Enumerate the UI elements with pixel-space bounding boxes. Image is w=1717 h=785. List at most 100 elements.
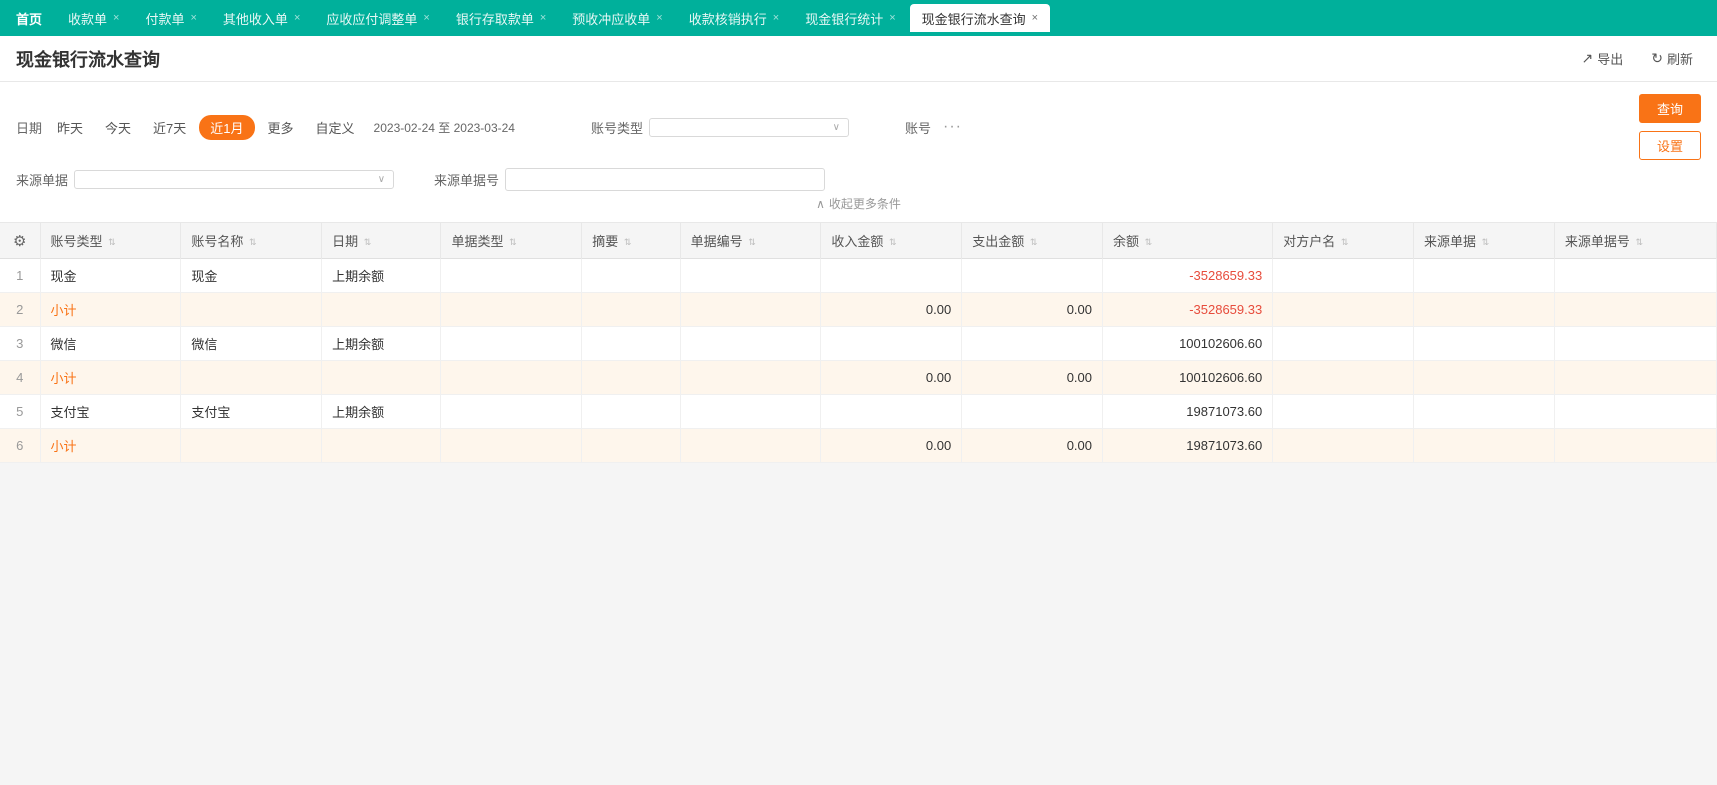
nav-tab-other-income[interactable]: 其他收入单× (211, 4, 312, 32)
table-gear-icon[interactable]: ⚙ (13, 233, 26, 250)
cell-source-doc (1414, 327, 1555, 361)
nav-tab-close-receipt-verify[interactable]: × (773, 12, 779, 24)
date-btn-7days[interactable]: 近7天 (144, 115, 195, 140)
cell-doc-no (680, 259, 821, 293)
cell-balance: -3528659.33 (1103, 259, 1273, 293)
col-summary[interactable]: 摘要 ⇅ (582, 223, 680, 259)
account-filter: 账号 ··· (905, 116, 968, 138)
cell-income (821, 259, 962, 293)
date-btn-yesterday[interactable]: 昨天 (48, 115, 92, 140)
col-date[interactable]: 日期 ⇅ (322, 223, 441, 259)
export-button[interactable]: ↗ 导出 (1574, 45, 1632, 72)
cell-counterpart (1273, 395, 1414, 429)
cell-source-doc (1414, 259, 1555, 293)
cell-doc-no (680, 293, 821, 327)
data-table: ⚙ 账号类型 ⇅ 账号名称 ⇅ 日期 ⇅ 单据类型 ⇅ 摘要 ⇅ 单据编号 ⇅ … (0, 223, 1717, 463)
date-btn-custom[interactable]: 自定义 (307, 115, 364, 140)
cell-doc-type (441, 293, 582, 327)
date-range: 2023-02-24 至 2023-03-24 (374, 119, 515, 136)
cell-summary (582, 259, 680, 293)
source-doc-filter: 来源单据 ∨ (16, 170, 394, 189)
sort-account-name-icon: ⇅ (249, 237, 257, 247)
nav-tab-payment[interactable]: 付款单× (133, 4, 208, 32)
nav-tab-close-other-income[interactable]: × (294, 12, 300, 24)
nav-tab-close-advance-offset[interactable]: × (656, 12, 662, 24)
nav-tab-close-cash-bank-flow[interactable]: × (1032, 12, 1038, 24)
col-source-doc[interactable]: 来源单据 ⇅ (1414, 223, 1555, 259)
cell-account-name (181, 293, 322, 327)
query-button[interactable]: 查询 (1639, 94, 1701, 123)
sort-source-doc-icon: ⇅ (1482, 237, 1490, 247)
col-settings[interactable]: ⚙ (0, 223, 40, 259)
collapse-bar[interactable]: ∧ 收起更多条件 (16, 191, 1701, 214)
cell-account-name (181, 429, 322, 463)
date-btn-today[interactable]: 今天 (96, 115, 140, 140)
row-number: 5 (0, 395, 40, 429)
cell-date (322, 361, 441, 395)
nav-tab-close-cash-bank-stat[interactable]: × (889, 12, 895, 24)
col-expense[interactable]: 支出金额 ⇅ (962, 223, 1103, 259)
nav-tab-receipt[interactable]: 收款单× (56, 4, 131, 32)
cell-account-type: 小计 (40, 361, 181, 395)
nav-tab-cash-bank-stat[interactable]: 现金银行统计× (793, 4, 907, 32)
col-counterpart[interactable]: 对方户名 ⇅ (1273, 223, 1414, 259)
cell-account-name: 微信 (181, 327, 322, 361)
cell-doc-no (680, 429, 821, 463)
source-doc-select[interactable]: ∨ (74, 170, 394, 189)
cell-account-type: 小计 (40, 293, 181, 327)
filter-row-2: 来源单据 ∨ 来源单据号 (16, 168, 1701, 191)
col-doc-type[interactable]: 单据类型 ⇅ (441, 223, 582, 259)
nav-tab-close-receipt[interactable]: × (113, 12, 119, 24)
cell-doc-type (441, 395, 582, 429)
col-balance[interactable]: 余额 ⇅ (1103, 223, 1273, 259)
table-row: 3微信微信上期余额100102606.60 (0, 327, 1717, 361)
row-number: 6 (0, 429, 40, 463)
row-number: 4 (0, 361, 40, 395)
account-label: 账号 (905, 118, 931, 137)
sort-date-icon: ⇅ (364, 237, 372, 247)
cell-date: 上期余额 (322, 395, 441, 429)
nav-tab-home[interactable]: 首页 (4, 4, 54, 32)
cell-income: 0.00 (821, 361, 962, 395)
account-type-select[interactable]: ∨ (649, 118, 849, 137)
col-doc-no[interactable]: 单据编号 ⇅ (680, 223, 821, 259)
account-ellipsis[interactable]: ··· (937, 116, 968, 138)
cell-expense: 0.00 (962, 429, 1103, 463)
nav-tab-receipt-verify[interactable]: 收款核销执行× (677, 4, 791, 32)
nav-tab-advance-offset[interactable]: 预收冲应收单× (560, 4, 674, 32)
date-label: 日期 (16, 118, 42, 137)
cell-doc-type (441, 361, 582, 395)
col-source-doc-no[interactable]: 来源单据号 ⇅ (1554, 223, 1716, 259)
cell-expense (962, 259, 1103, 293)
source-doc-label: 来源单据 (16, 170, 68, 189)
page-title: 现金银行流水查询 (16, 46, 160, 72)
col-account-name[interactable]: 账号名称 ⇅ (181, 223, 322, 259)
date-btn-1month[interactable]: 近1月 (199, 115, 254, 140)
source-doc-no-input[interactable] (505, 168, 825, 191)
source-doc-dropdown-icon: ∨ (378, 174, 385, 185)
table-container: ⚙ 账号类型 ⇅ 账号名称 ⇅ 日期 ⇅ 单据类型 ⇅ 摘要 ⇅ 单据编号 ⇅ … (0, 223, 1717, 463)
nav-tab-close-bank-deposit[interactable]: × (540, 12, 546, 24)
nav-tab-payable-adjust[interactable]: 应收应付调整单× (314, 4, 441, 32)
sort-expense-icon: ⇅ (1030, 237, 1038, 247)
cell-source-doc-no (1554, 293, 1716, 327)
col-income[interactable]: 收入金额 ⇅ (821, 223, 962, 259)
cell-account-name (181, 361, 322, 395)
cell-doc-type (441, 327, 582, 361)
account-type-filter: 账号类型 ∨ (591, 118, 849, 137)
sort-doc-no-icon: ⇅ (748, 237, 756, 247)
settings-button[interactable]: 设置 (1639, 131, 1701, 160)
nav-tab-close-payment[interactable]: × (190, 12, 196, 24)
sort-doc-type-icon: ⇅ (509, 237, 517, 247)
col-account-type[interactable]: 账号类型 ⇅ (40, 223, 181, 259)
refresh-button[interactable]: ↻ 刷新 (1643, 45, 1701, 72)
date-btn-more[interactable]: 更多 (259, 115, 303, 140)
nav-tab-close-payable-adjust[interactable]: × (423, 12, 429, 24)
nav-tab-cash-bank-flow[interactable]: 现金银行流水查询× (910, 4, 1050, 32)
sort-account-type-icon: ⇅ (108, 237, 116, 247)
refresh-icon: ↻ (1651, 50, 1663, 67)
row-number: 2 (0, 293, 40, 327)
table-row: 4小计0.000.00100102606.60 (0, 361, 1717, 395)
nav-tab-bank-deposit[interactable]: 银行存取款单× (444, 4, 558, 32)
sort-balance-icon: ⇅ (1145, 237, 1153, 247)
